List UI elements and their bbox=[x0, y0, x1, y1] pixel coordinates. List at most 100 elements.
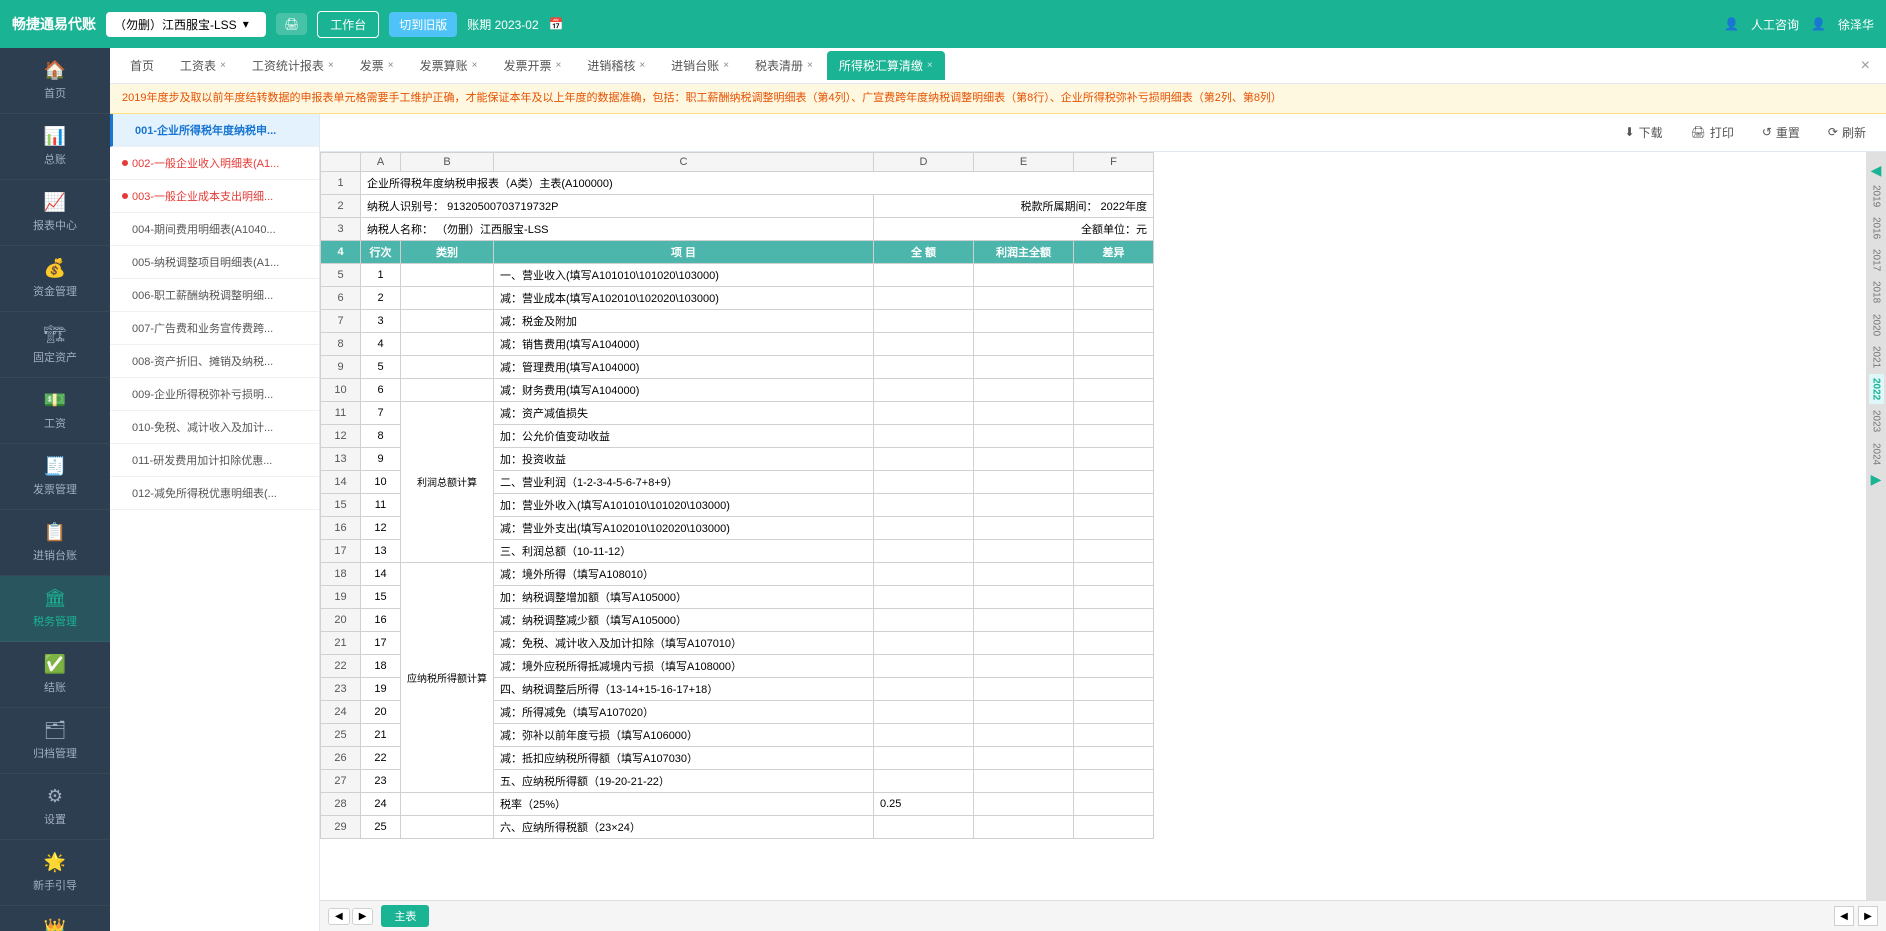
dot-004 bbox=[122, 226, 128, 232]
left-panel-item-004[interactable]: 004-期间费用明细表(A1040... bbox=[110, 213, 319, 246]
assets-icon: 🏗 bbox=[44, 324, 67, 345]
close-all-tabs[interactable]: × bbox=[1853, 57, 1878, 75]
sidebar-item-payroll[interactable]: 💵 工资 bbox=[0, 378, 110, 444]
table-row: 2 纳税人识别号： 91320500703719732P 税款所属期间： 202… bbox=[321, 194, 1154, 217]
left-panel-item-011[interactable]: 011-研发费用加计扣除优惠... bbox=[110, 444, 319, 477]
home-icon: 🏠 bbox=[44, 60, 66, 81]
sidebar-item-guide[interactable]: 🌟 新手引导 bbox=[0, 840, 110, 906]
year-2018[interactable]: 2018 bbox=[1869, 277, 1884, 307]
tab-invoice-open[interactable]: 发票开票× bbox=[491, 51, 573, 80]
sheet-tab-main[interactable]: 主表 bbox=[381, 905, 429, 927]
ledger-icon: 📊 bbox=[44, 126, 66, 147]
year-2024[interactable]: 2024 bbox=[1869, 439, 1884, 469]
close-tax-list-tab[interactable]: × bbox=[807, 60, 813, 71]
sidebar-label-purchasesale: 进销台账 bbox=[33, 547, 77, 563]
left-panel-item-005[interactable]: 005-纳税调整项目明细表(A1... bbox=[110, 246, 319, 279]
member-icon: 👑 bbox=[44, 918, 66, 931]
download-button[interactable]: ⬇ 下载 bbox=[1617, 120, 1671, 145]
year-2020[interactable]: 2020 bbox=[1869, 310, 1884, 340]
year-2023[interactable]: 2023 bbox=[1869, 406, 1884, 436]
sidebar-item-tax[interactable]: 🏛 税务管理 bbox=[0, 576, 110, 642]
company-selector[interactable]: （勿删）江西服宝-LSS ▾ bbox=[106, 12, 266, 37]
row-num-1: 1 bbox=[321, 171, 361, 194]
top-right-area: 👤 人工咨询 👤 徐泽华 bbox=[1724, 16, 1874, 33]
sidebar-item-invoice[interactable]: 🧾 发票管理 bbox=[0, 444, 110, 510]
tab-payroll[interactable]: 工资表× bbox=[168, 51, 238, 80]
tab-invoice[interactable]: 发票 × bbox=[348, 51, 406, 80]
left-panel-item-003[interactable]: 003-一般企业成本支出明细... bbox=[110, 180, 319, 213]
tab-payroll-stats[interactable]: 工资统计报表× bbox=[240, 51, 346, 80]
sidebar-label-assets: 固定资产 bbox=[33, 349, 77, 365]
sidebar-item-settings[interactable]: ⚙ 设置 bbox=[0, 774, 110, 840]
sheet-prev-arrow[interactable]: ◀ bbox=[328, 908, 350, 925]
left-panel-item-009[interactable]: 009-企业所得税弥补亏损明... bbox=[110, 378, 319, 411]
tab-purchase-audit[interactable]: 进销稽核 × bbox=[575, 51, 657, 80]
year-2016[interactable]: 2016 bbox=[1869, 213, 1884, 243]
switch-old-button[interactable]: 切到旧版 bbox=[389, 12, 457, 37]
sidebar-item-purchasesale[interactable]: 📋 进销台账 bbox=[0, 510, 110, 576]
table-row: 18 14 应纳税所得额计算 减：境外所得（填写A108010） bbox=[321, 562, 1154, 585]
sidebar-item-home[interactable]: 🏠 首页 bbox=[0, 48, 110, 114]
print-icon-btn[interactable]: 🖨 bbox=[276, 13, 307, 35]
year-2019[interactable]: 2019 bbox=[1869, 181, 1884, 211]
table-row: 6 2 减：营业成本(填写A102010\102020\103000) bbox=[321, 286, 1154, 309]
refresh-button[interactable]: ⟳ 刷新 bbox=[1820, 120, 1874, 145]
left-panel-item-001[interactable]: 001-企业所得税年度纳税申... bbox=[110, 114, 319, 147]
printer-icon: 🖨 bbox=[1691, 125, 1706, 139]
left-panel-item-008[interactable]: 008-资产折旧、摊销及纳税... bbox=[110, 345, 319, 378]
tab-purchase-audit-label: 进销稽核 bbox=[587, 57, 635, 74]
expand-timeline-icon[interactable]: ◀ bbox=[1871, 162, 1882, 179]
year-2021[interactable]: 2021 bbox=[1869, 342, 1884, 372]
workspace-button[interactable]: 工作台 bbox=[317, 11, 379, 38]
table-row: 10 6 减：财务费用(填写A104000) bbox=[321, 378, 1154, 401]
sidebar-item-archive[interactable]: 🗂 归档管理 bbox=[0, 708, 110, 774]
close-invoice-calc-tab[interactable]: × bbox=[472, 60, 478, 71]
left-panel-item-012[interactable]: 012-减免所得税优惠明细表(... bbox=[110, 477, 319, 510]
sidebar-item-ledger[interactable]: 📊 总账 bbox=[0, 114, 110, 180]
close-invoice-open-tab[interactable]: × bbox=[555, 60, 561, 71]
close-payroll-tab[interactable]: × bbox=[220, 60, 226, 71]
close-purchase-audit-tab[interactable]: × bbox=[639, 60, 645, 71]
taxpayer-name-label: 纳税人名称： bbox=[367, 224, 433, 236]
refresh-icon: ⟳ bbox=[1828, 125, 1838, 139]
table-row: 28 24 税率（25%） 0.25 bbox=[321, 792, 1154, 815]
close-purchase-ledger-tab[interactable]: × bbox=[723, 60, 729, 71]
left-panel-item-010[interactable]: 010-免税、减计收入及加计... bbox=[110, 411, 319, 444]
left-panel-item-006[interactable]: 006-职工薪酬纳税调整明细... bbox=[110, 279, 319, 312]
sidebar-item-assets[interactable]: 🏗 固定资产 bbox=[0, 312, 110, 378]
header-leibie: 类别 bbox=[401, 240, 494, 263]
left-panel-item-007[interactable]: 007-广告费和业务宣传费跨... bbox=[110, 312, 319, 345]
reset-button[interactable]: ↺ 重置 bbox=[1754, 120, 1808, 145]
scroll-right-btn[interactable]: ▶ bbox=[1858, 906, 1878, 926]
year-2017[interactable]: 2017 bbox=[1869, 245, 1884, 275]
tab-invoice-label: 发票 bbox=[360, 57, 384, 74]
year-2022[interactable]: 2022 bbox=[1869, 374, 1884, 404]
table-row: 1 企业所得税年度纳税申报表（A类）主表(A100000) bbox=[321, 171, 1154, 194]
tab-income-tax[interactable]: 所得税汇算清缴× bbox=[827, 51, 945, 80]
left-panel-item-002[interactable]: 002-一般企业收入明细表(A1... bbox=[110, 147, 319, 180]
col-d-header: D bbox=[874, 152, 974, 171]
scroll-controls: ◀ ▶ bbox=[1834, 906, 1878, 926]
sidebar-item-reports[interactable]: 📈 报表中心 bbox=[0, 180, 110, 246]
expand-down-icon[interactable]: ▶ bbox=[1871, 471, 1882, 488]
tab-purchase-ledger[interactable]: 进销台账× bbox=[659, 51, 741, 80]
tab-home[interactable]: 首页 bbox=[118, 51, 166, 80]
tab-tax-list[interactable]: 税表清册× bbox=[743, 51, 825, 80]
row-num-3: 3 bbox=[321, 217, 361, 240]
username-label[interactable]: 徐泽华 bbox=[1838, 16, 1874, 33]
scroll-left-btn[interactable]: ◀ bbox=[1834, 906, 1854, 926]
sidebar-item-closing[interactable]: ✅ 结账 bbox=[0, 642, 110, 708]
sheet-next-arrow[interactable]: ▶ bbox=[352, 908, 374, 925]
consultant-label[interactable]: 人工咨询 bbox=[1751, 16, 1799, 33]
sidebar-item-member[interactable]: 👑 畅会员 bbox=[0, 906, 110, 931]
tab-invoice-calc[interactable]: 发票算账× bbox=[408, 51, 490, 80]
period-label: 账期 2023-02 bbox=[467, 16, 538, 33]
close-invoice-tab[interactable]: × bbox=[388, 60, 394, 71]
consultant-icon: 👤 bbox=[1724, 17, 1739, 31]
sidebar-item-finance[interactable]: 💰 资金管理 bbox=[0, 246, 110, 312]
close-income-tax-tab[interactable]: × bbox=[927, 60, 933, 71]
close-payroll-stats-tab[interactable]: × bbox=[328, 60, 334, 71]
table-title: 企业所得税年度纳税申报表（A类）主表(A100000) bbox=[361, 171, 1154, 194]
tax-period-cell: 税款所属期间： 2022年度 bbox=[874, 194, 1154, 217]
print-button[interactable]: 🖨 打印 bbox=[1683, 120, 1742, 145]
